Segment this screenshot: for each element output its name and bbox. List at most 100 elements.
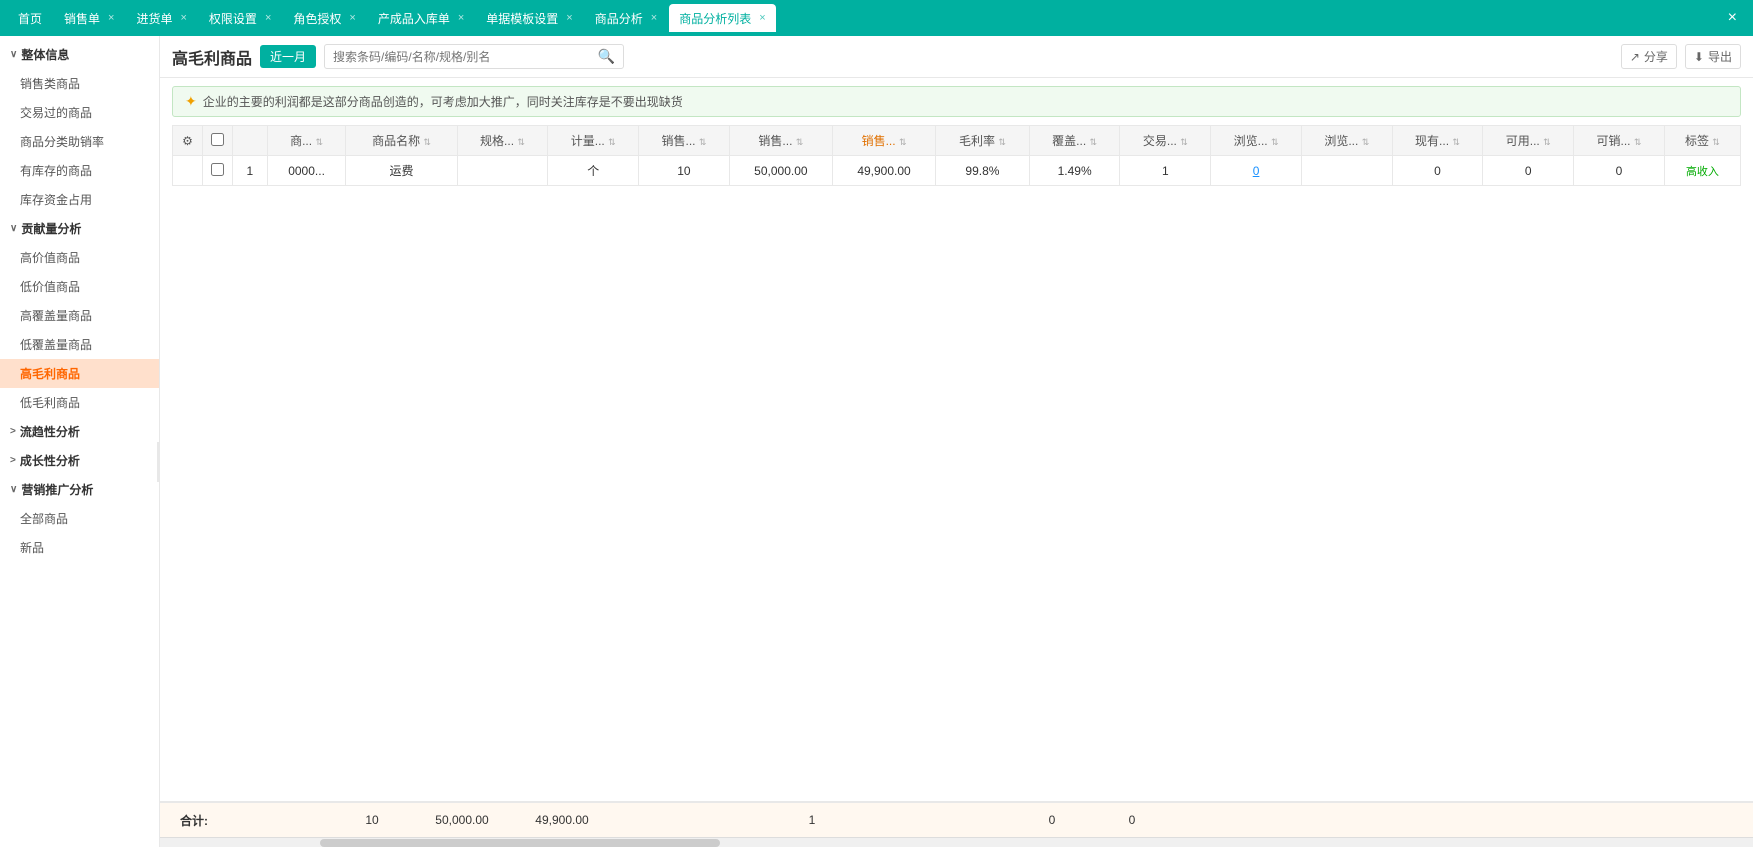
sidebar-item-new-goods[interactable]: 新品 — [0, 533, 159, 562]
col-code[interactable]: 商... ⇅ — [267, 126, 346, 156]
cell-check[interactable] — [203, 156, 233, 186]
sidebar-item-stock-capital[interactable]: 库存资金占用 — [0, 185, 159, 214]
sort-icon-name[interactable]: ⇅ — [423, 137, 431, 147]
settings-icon[interactable]: ⚙ — [182, 134, 193, 148]
sort-icon-spec[interactable]: ⇅ — [517, 137, 525, 147]
tag-badge: 高收入 — [1686, 166, 1719, 178]
sort-icon-trade[interactable]: ⇅ — [1180, 137, 1188, 147]
close-permissions-tab[interactable]: × — [265, 12, 271, 24]
col-browse1[interactable]: 浏览... ⇅ — [1211, 126, 1302, 156]
col-sales-qty[interactable]: 销售... ⇅ — [639, 126, 730, 156]
export-button[interactable]: ⬇ 导出 — [1685, 44, 1741, 69]
sidebar-group-trend[interactable]: > 流趋性分析 — [0, 417, 159, 446]
col-unit[interactable]: 计量... ⇅ — [548, 126, 639, 156]
sidebar-item-low-margin[interactable]: 低毛利商品 — [0, 388, 159, 417]
sidebar-item-high-value[interactable]: 高价值商品 — [0, 243, 159, 272]
sidebar-collapse-button[interactable]: « — [157, 442, 160, 482]
sort-icon-browse1[interactable]: ⇅ — [1271, 137, 1279, 147]
col-settings[interactable]: ⚙ — [173, 126, 203, 156]
sort-icon-browse2[interactable]: ⇅ — [1362, 137, 1370, 147]
sidebar-group-overall[interactable]: ∨ 整体信息 — [0, 40, 159, 69]
nav-tab-permissions[interactable]: 权限设置 × — [199, 4, 281, 32]
sidebar-item-all-goods[interactable]: 全部商品 — [0, 504, 159, 533]
table-wrapper[interactable]: ⚙ 商... ⇅ 商品名称 ⇅ — [160, 125, 1753, 801]
filter-month-button[interactable]: 近一月 — [260, 45, 316, 68]
close-inbound-tab[interactable]: × — [458, 12, 464, 24]
cell-gross-rate: 99.8% — [936, 156, 1030, 186]
select-all-checkbox[interactable] — [211, 133, 224, 146]
sidebar-item-low-value[interactable]: 低价值商品 — [0, 272, 159, 301]
sidebar-group-contribution[interactable]: ∨ 贡献量分析 — [0, 214, 159, 243]
sort-icon-sales-amount[interactable]: ⇅ — [796, 137, 804, 147]
browse1-link[interactable]: 0 — [1253, 164, 1260, 178]
sort-icon-tag[interactable]: ⇅ — [1712, 137, 1720, 147]
nav-tab-purchase[interactable]: 进货单 × — [126, 4, 196, 32]
col-spec[interactable]: 规格... ⇅ — [457, 126, 548, 156]
nav-tab-analysis[interactable]: 商品分析 × — [585, 4, 667, 32]
sort-icon-sales-qty[interactable]: ⇅ — [699, 137, 707, 147]
col-browse2[interactable]: 浏览... ⇅ — [1301, 126, 1392, 156]
col-available[interactable]: 可用... ⇅ — [1483, 126, 1574, 156]
col-coverage[interactable]: 覆盖... ⇅ — [1029, 126, 1120, 156]
nav-tab-sales[interactable]: 销售单 × — [54, 4, 124, 32]
close-purchase-tab[interactable]: × — [180, 12, 186, 24]
cell-browse1[interactable]: 0 — [1211, 156, 1302, 186]
col-trade[interactable]: 交易... ⇅ — [1120, 126, 1211, 156]
nav-tab-home[interactable]: 首页 — [8, 4, 52, 32]
table-header-row: ⚙ 商... ⇅ 商品名称 ⇅ — [173, 126, 1741, 156]
sort-icon-code[interactable]: ⇅ — [315, 137, 323, 147]
cell-unit: 个 — [548, 156, 639, 186]
col-name[interactable]: 商品名称 ⇅ — [346, 126, 457, 156]
close-window-button[interactable]: × — [1720, 9, 1745, 27]
sidebar-item-sales-goods[interactable]: 销售类商品 — [0, 69, 159, 98]
search-box: 🔍 — [324, 44, 624, 69]
nav-tab-analysis-list[interactable]: 商品分析列表 × — [669, 4, 775, 32]
sort-icon-coverage[interactable]: ⇅ — [1090, 137, 1098, 147]
close-sales-tab[interactable]: × — [108, 12, 114, 24]
sort-icon-current-stock[interactable]: ⇅ — [1452, 137, 1460, 147]
sort-icon-available[interactable]: ⇅ — [1543, 137, 1551, 147]
sidebar-item-category-rate[interactable]: 商品分类助销率 — [0, 127, 159, 156]
bottom-scrollbar[interactable] — [160, 837, 1753, 847]
sidebar-group-marketing[interactable]: ∨ 营销推广分析 — [0, 475, 159, 504]
col-tag[interactable]: 标签 ⇅ — [1664, 126, 1740, 156]
footer-label: 合计: — [172, 812, 332, 829]
sort-icon-sales-cost[interactable]: ⇅ — [899, 137, 907, 147]
scrollbar-thumb[interactable] — [320, 839, 720, 847]
sidebar-group-growth[interactable]: > 成长性分析 — [0, 446, 159, 475]
col-sales-cost[interactable]: 销售... ⇅ — [832, 126, 935, 156]
sidebar: « ∨ 整体信息 销售类商品 交易过的商品 商品分类助销率 有库存的商品 库存资… — [0, 36, 160, 847]
col-sellable[interactable]: 可销... ⇅ — [1574, 126, 1665, 156]
export-icon: ⬇ — [1694, 50, 1704, 64]
sidebar-item-low-coverage[interactable]: 低覆盖量商品 — [0, 330, 159, 359]
sidebar-item-high-coverage[interactable]: 高覆盖量商品 — [0, 301, 159, 330]
close-analysis-list-tab[interactable]: × — [759, 12, 765, 24]
close-roles-tab[interactable]: × — [349, 12, 355, 24]
nav-tab-template[interactable]: 单据模板设置 × — [476, 4, 582, 32]
share-icon: ↗ — [1630, 50, 1640, 64]
cell-code: 0000... — [267, 156, 346, 186]
search-icon[interactable]: 🔍 — [598, 48, 615, 65]
col-check[interactable] — [203, 126, 233, 156]
row-checkbox[interactable] — [211, 163, 224, 176]
sidebar-item-traded-goods[interactable]: 交易过的商品 — [0, 98, 159, 127]
cell-sales-cost: 49,900.00 — [832, 156, 935, 186]
nav-tab-roles[interactable]: 角色授权 × — [283, 4, 365, 32]
sort-icon-gross-rate[interactable]: ⇅ — [998, 137, 1006, 147]
cell-name: 运费 — [346, 156, 457, 186]
sidebar-item-stocked-goods[interactable]: 有库存的商品 — [0, 156, 159, 185]
sort-icon-unit[interactable]: ⇅ — [608, 137, 616, 147]
arrow-icon-3: > — [10, 426, 16, 437]
nav-tab-inbound[interactable]: 产成品入库单 × — [368, 4, 474, 32]
col-seq — [233, 126, 268, 156]
share-button[interactable]: ↗ 分享 — [1621, 44, 1677, 69]
col-gross-rate[interactable]: 毛利率 ⇅ — [936, 126, 1030, 156]
close-analysis-tab[interactable]: × — [651, 12, 657, 24]
col-sales-amount[interactable]: 销售... ⇅ — [729, 126, 832, 156]
close-template-tab[interactable]: × — [566, 12, 572, 24]
sort-icon-sellable[interactable]: ⇅ — [1634, 137, 1642, 147]
search-input[interactable] — [333, 50, 598, 64]
sidebar-item-high-margin[interactable]: 高毛利商品 — [0, 359, 159, 388]
col-current-stock[interactable]: 现有... ⇅ — [1392, 126, 1483, 156]
cell-tag: 高收入 — [1664, 156, 1740, 186]
